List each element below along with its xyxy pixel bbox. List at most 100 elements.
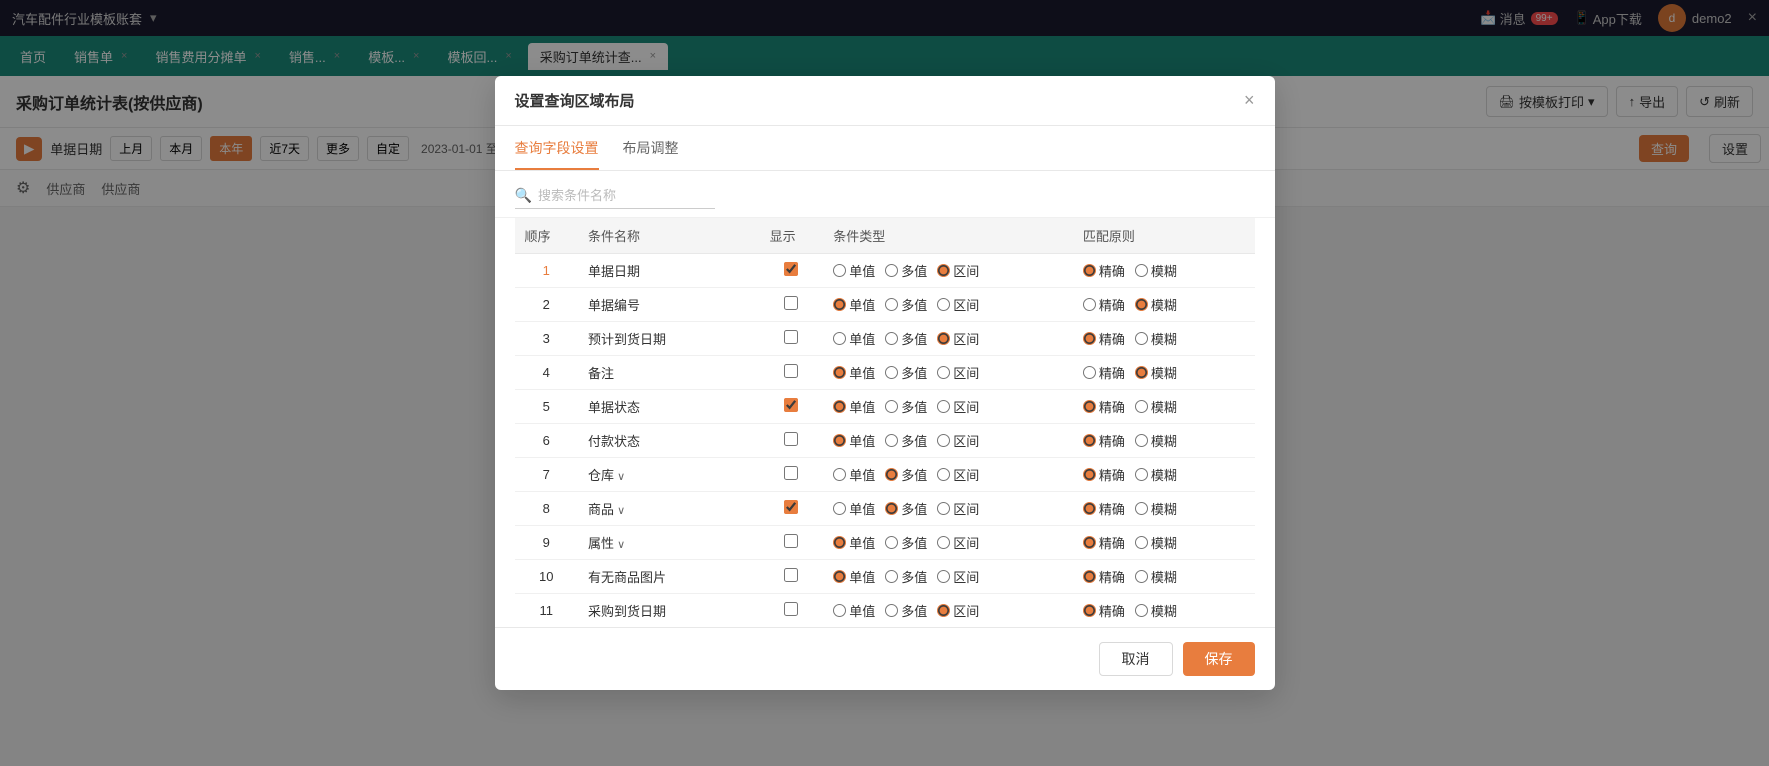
display-checkbox[interactable] — [784, 364, 798, 378]
row-match[interactable]: 精确模糊 — [1073, 492, 1255, 526]
type-option-single[interactable]: 单值 — [833, 567, 875, 586]
match-option-fuzzy[interactable]: 模糊 — [1135, 567, 1177, 586]
type-option-range[interactable]: 区间 — [937, 397, 979, 416]
display-checkbox[interactable] — [784, 296, 798, 310]
row-display[interactable] — [760, 594, 824, 628]
type-option-range[interactable]: 区间 — [937, 329, 979, 348]
row-type[interactable]: 单值多值区间 — [823, 390, 1073, 424]
display-checkbox[interactable] — [784, 432, 798, 446]
modal-close-btn[interactable]: × — [1244, 90, 1255, 111]
type-option-single[interactable]: 单值 — [833, 397, 875, 416]
row-display[interactable] — [760, 458, 824, 492]
tab-layout-adjust[interactable]: 布局调整 — [623, 138, 679, 170]
row-display[interactable] — [760, 526, 824, 560]
row-match[interactable]: 精确模糊 — [1073, 458, 1255, 492]
row-display[interactable] — [760, 322, 824, 356]
display-checkbox[interactable] — [784, 330, 798, 344]
search-field-wrap[interactable]: 🔍 — [515, 183, 715, 209]
row-display[interactable] — [760, 356, 824, 390]
tab-query-fields[interactable]: 查询字段设置 — [515, 138, 599, 170]
match-option-exact[interactable]: 精确 — [1083, 567, 1125, 586]
row-display[interactable] — [760, 288, 824, 322]
row-display[interactable] — [760, 424, 824, 458]
type-option-single[interactable]: 单值 — [833, 329, 875, 348]
type-option-range[interactable]: 区间 — [937, 533, 979, 552]
match-option-exact[interactable]: 精确 — [1083, 431, 1125, 450]
row-type[interactable]: 单值多值区间 — [823, 492, 1073, 526]
type-option-range[interactable]: 区间 — [937, 363, 979, 382]
type-option-single[interactable]: 单值 — [833, 363, 875, 382]
row-type[interactable]: 单值多值区间 — [823, 560, 1073, 594]
match-option-exact[interactable]: 精确 — [1083, 533, 1125, 552]
type-option-range[interactable]: 区间 — [937, 499, 979, 518]
type-option-multi[interactable]: 多值 — [885, 329, 927, 348]
type-option-single[interactable]: 单值 — [833, 499, 875, 518]
match-option-fuzzy[interactable]: 模糊 — [1135, 499, 1177, 518]
type-option-multi[interactable]: 多值 — [885, 533, 927, 552]
type-option-range[interactable]: 区间 — [937, 261, 979, 280]
match-option-fuzzy[interactable]: 模糊 — [1135, 397, 1177, 416]
match-option-fuzzy[interactable]: 模糊 — [1135, 261, 1177, 280]
type-option-range[interactable]: 区间 — [937, 465, 979, 484]
type-option-multi[interactable]: 多值 — [885, 363, 927, 382]
match-option-fuzzy[interactable]: 模糊 — [1135, 431, 1177, 450]
row-type[interactable]: 单值多值区间 — [823, 526, 1073, 560]
match-option-exact[interactable]: 精确 — [1083, 601, 1125, 620]
match-option-exact[interactable]: 精确 — [1083, 499, 1125, 518]
row-display[interactable] — [760, 492, 824, 526]
match-option-exact[interactable]: 精确 — [1083, 329, 1125, 348]
row-type[interactable]: 单值多值区间 — [823, 424, 1073, 458]
type-option-multi[interactable]: 多值 — [885, 601, 927, 620]
search-input[interactable] — [538, 188, 698, 203]
row-type[interactable]: 单值多值区间 — [823, 594, 1073, 628]
type-option-multi[interactable]: 多值 — [885, 261, 927, 280]
cancel-btn[interactable]: 取消 — [1099, 642, 1173, 676]
type-option-single[interactable]: 单值 — [833, 601, 875, 620]
match-option-exact[interactable]: 精确 — [1083, 363, 1125, 382]
type-option-single[interactable]: 单值 — [833, 533, 875, 552]
type-option-single[interactable]: 单值 — [833, 431, 875, 450]
type-option-range[interactable]: 区间 — [937, 567, 979, 586]
display-checkbox[interactable] — [784, 466, 798, 480]
type-option-range[interactable]: 区间 — [937, 431, 979, 450]
display-checkbox[interactable] — [784, 262, 798, 276]
type-option-single[interactable]: 单值 — [833, 465, 875, 484]
display-checkbox[interactable] — [784, 534, 798, 548]
row-match[interactable]: 精确模糊 — [1073, 594, 1255, 628]
row-match[interactable]: 精确模糊 — [1073, 254, 1255, 288]
row-display[interactable] — [760, 560, 824, 594]
display-checkbox[interactable] — [784, 398, 798, 412]
row-match[interactable]: 精确模糊 — [1073, 390, 1255, 424]
display-checkbox[interactable] — [784, 602, 798, 616]
match-option-fuzzy[interactable]: 模糊 — [1135, 363, 1177, 382]
match-option-exact[interactable]: 精确 — [1083, 397, 1125, 416]
match-option-fuzzy[interactable]: 模糊 — [1135, 295, 1177, 314]
type-option-multi[interactable]: 多值 — [885, 499, 927, 518]
match-option-exact[interactable]: 精确 — [1083, 261, 1125, 280]
row-type[interactable]: 单值多值区间 — [823, 254, 1073, 288]
row-match[interactable]: 精确模糊 — [1073, 322, 1255, 356]
match-option-fuzzy[interactable]: 模糊 — [1135, 465, 1177, 484]
row-display[interactable] — [760, 254, 824, 288]
display-checkbox[interactable] — [784, 568, 798, 582]
type-option-range[interactable]: 区间 — [937, 601, 979, 620]
row-type[interactable]: 单值多值区间 — [823, 458, 1073, 492]
type-option-multi[interactable]: 多值 — [885, 567, 927, 586]
type-option-single[interactable]: 单值 — [833, 261, 875, 280]
match-option-fuzzy[interactable]: 模糊 — [1135, 329, 1177, 348]
match-option-exact[interactable]: 精确 — [1083, 295, 1125, 314]
row-match[interactable]: 精确模糊 — [1073, 526, 1255, 560]
match-option-fuzzy[interactable]: 模糊 — [1135, 601, 1177, 620]
row-match[interactable]: 精确模糊 — [1073, 288, 1255, 322]
type-option-multi[interactable]: 多值 — [885, 397, 927, 416]
match-option-fuzzy[interactable]: 模糊 — [1135, 533, 1177, 552]
type-option-multi[interactable]: 多值 — [885, 295, 927, 314]
type-option-single[interactable]: 单值 — [833, 295, 875, 314]
display-checkbox[interactable] — [784, 500, 798, 514]
row-display[interactable] — [760, 390, 824, 424]
row-type[interactable]: 单值多值区间 — [823, 288, 1073, 322]
type-option-multi[interactable]: 多值 — [885, 465, 927, 484]
row-type[interactable]: 单值多值区间 — [823, 322, 1073, 356]
row-match[interactable]: 精确模糊 — [1073, 356, 1255, 390]
row-match[interactable]: 精确模糊 — [1073, 560, 1255, 594]
